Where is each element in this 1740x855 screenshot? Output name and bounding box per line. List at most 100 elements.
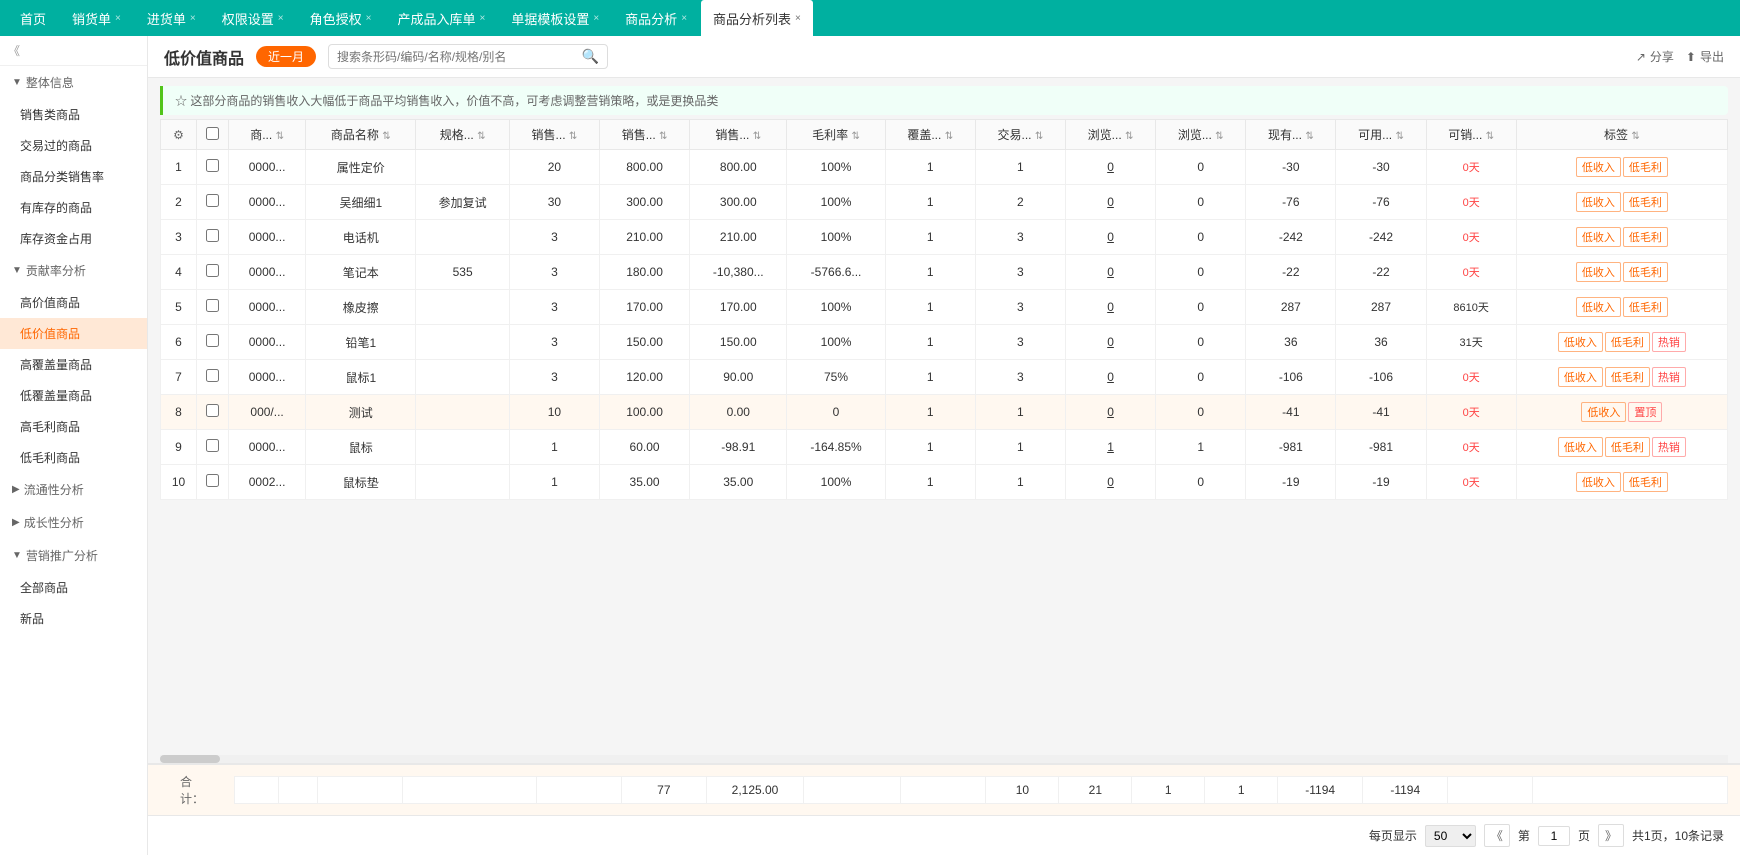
row-checkbox[interactable] — [206, 334, 219, 347]
cell-browse1[interactable]: 0 — [1065, 465, 1155, 500]
nav-permission[interactable]: 权限设置 × — [210, 0, 296, 36]
col-current[interactable]: 现有... ⇅ — [1246, 120, 1336, 150]
browse1-link[interactable]: 0 — [1107, 335, 1114, 349]
row-checkbox[interactable] — [206, 404, 219, 417]
browse1-link[interactable]: 0 — [1107, 405, 1114, 419]
browse1-link[interactable]: 0 — [1107, 160, 1114, 174]
col-checkbox-all[interactable] — [197, 120, 229, 150]
first-page-btn[interactable]: 《 — [1484, 824, 1510, 847]
close-icon[interactable]: × — [479, 13, 485, 24]
horizontal-scrollbar[interactable] — [160, 755, 1728, 763]
sidebar-item-sales-goods[interactable]: 销售类商品 — [0, 99, 147, 130]
nav-product-stock[interactable]: 产成品入库单 × — [385, 0, 497, 36]
close-icon[interactable]: × — [366, 13, 372, 24]
browse1-link[interactable]: 0 — [1107, 300, 1114, 314]
sidebar-item-traded-goods[interactable]: 交易过的商品 — [0, 130, 147, 161]
col-browse1[interactable]: 浏览... ⇅ — [1065, 120, 1155, 150]
browse1-link[interactable]: 0 — [1107, 195, 1114, 209]
cell-browse1[interactable]: 0 — [1065, 150, 1155, 185]
cell-checkbox[interactable] — [197, 360, 229, 395]
sort-icon[interactable]: ⇅ — [1035, 131, 1043, 142]
cell-checkbox[interactable] — [197, 185, 229, 220]
cell-browse1[interactable]: 0 — [1065, 290, 1155, 325]
sidebar-group-marketing[interactable]: ▼ 营销推广分析 — [0, 539, 147, 572]
sort-icon[interactable]: ⇅ — [945, 131, 953, 142]
cell-checkbox[interactable] — [197, 325, 229, 360]
collapse-sidebar-btn[interactable]: 《 — [8, 42, 20, 59]
close-icon[interactable]: × — [115, 13, 121, 24]
sidebar-item-category-sales-rate[interactable]: 商品分类销售率 — [0, 161, 147, 192]
close-icon[interactable]: × — [278, 13, 284, 24]
row-checkbox[interactable] — [206, 194, 219, 207]
row-checkbox[interactable] — [206, 299, 219, 312]
search-input[interactable] — [337, 50, 578, 64]
sort-icon[interactable]: ⇅ — [1305, 131, 1313, 142]
sidebar-item-low-coverage[interactable]: 低覆盖量商品 — [0, 380, 147, 411]
col-coverage[interactable]: 覆盖... ⇅ — [885, 120, 975, 150]
per-page-select[interactable]: 50 100 200 — [1425, 825, 1476, 847]
sort-icon[interactable]: ⇅ — [477, 131, 485, 142]
sidebar-item-low-value[interactable]: 低价值商品 — [0, 318, 147, 349]
row-checkbox[interactable] — [206, 159, 219, 172]
cell-browse1[interactable]: 0 — [1065, 395, 1155, 430]
sort-icon[interactable]: ⇅ — [1631, 131, 1639, 142]
sort-icon[interactable]: ⇅ — [1395, 131, 1403, 142]
sidebar-group-contribution[interactable]: ▼ 贡献率分析 — [0, 254, 147, 287]
sort-icon[interactable]: ⇅ — [1215, 131, 1223, 142]
row-checkbox[interactable] — [206, 474, 219, 487]
cell-browse1[interactable]: 0 — [1065, 220, 1155, 255]
row-checkbox[interactable] — [206, 264, 219, 277]
cell-checkbox[interactable] — [197, 430, 229, 465]
sidebar-group-overall[interactable]: ▼ 整体信息 — [0, 66, 147, 99]
col-trade[interactable]: 交易... ⇅ — [975, 120, 1065, 150]
export-btn[interactable]: ⬆ 导出 — [1686, 48, 1724, 65]
nav-home[interactable]: 首页 — [8, 0, 58, 36]
sort-icon[interactable]: ⇅ — [852, 131, 860, 142]
nav-template-setting[interactable]: 单据模板设置 × — [499, 0, 611, 36]
share-btn[interactable]: ↗ 分享 — [1636, 48, 1674, 65]
cell-browse1[interactable]: 0 — [1065, 360, 1155, 395]
col-sale-amt[interactable]: 销售... ⇅ — [599, 120, 689, 150]
cell-browse1[interactable]: 0 — [1065, 255, 1155, 290]
cell-browse1[interactable]: 0 — [1065, 185, 1155, 220]
row-checkbox[interactable] — [206, 439, 219, 452]
col-saleable[interactable]: 可销... ⇅ — [1426, 120, 1516, 150]
col-sale-qty[interactable]: 销售... ⇅ — [509, 120, 599, 150]
gear-icon[interactable]: ⚙ — [173, 128, 184, 142]
browse1-link[interactable]: 0 — [1107, 475, 1114, 489]
sidebar-item-high-coverage[interactable]: 高覆盖量商品 — [0, 349, 147, 380]
sort-icon[interactable]: ⇅ — [569, 131, 577, 142]
sidebar-item-high-value[interactable]: 高价值商品 — [0, 287, 147, 318]
cell-checkbox[interactable] — [197, 395, 229, 430]
close-icon[interactable]: × — [593, 13, 599, 24]
sort-icon[interactable]: ⇅ — [1486, 131, 1494, 142]
cell-checkbox[interactable] — [197, 220, 229, 255]
nav-sale-order[interactable]: 销货单 × — [60, 0, 133, 36]
row-checkbox[interactable] — [206, 229, 219, 242]
scrollbar-thumb[interactable] — [160, 755, 220, 763]
row-checkbox[interactable] — [206, 369, 219, 382]
sidebar-item-all-goods[interactable]: 全部商品 — [0, 572, 147, 603]
select-all-checkbox[interactable] — [206, 127, 219, 140]
col-spec[interactable]: 规格... ⇅ — [416, 120, 509, 150]
cell-browse1[interactable]: 1 — [1065, 430, 1155, 465]
close-icon[interactable]: × — [190, 13, 196, 24]
sidebar-group-liquidity[interactable]: ▶ 流通性分析 — [0, 473, 147, 506]
nav-role-auth[interactable]: 角色授权 × — [298, 0, 384, 36]
browse1-link[interactable]: 0 — [1107, 265, 1114, 279]
nav-goods-analysis[interactable]: 商品分析 × — [613, 0, 699, 36]
cell-checkbox[interactable] — [197, 255, 229, 290]
sort-icon[interactable]: ⇅ — [659, 131, 667, 142]
sidebar-item-stock-capital[interactable]: 库存资金占用 — [0, 223, 147, 254]
sidebar-item-stocked-goods[interactable]: 有库存的商品 — [0, 192, 147, 223]
sort-icon[interactable]: ⇅ — [1125, 131, 1133, 142]
sort-icon[interactable]: ⇅ — [753, 131, 761, 142]
sidebar-item-low-margin[interactable]: 低毛利商品 — [0, 442, 147, 473]
browse1-link[interactable]: 0 — [1107, 370, 1114, 384]
last-page-btn[interactable]: 》 — [1598, 824, 1624, 847]
col-gear[interactable]: ⚙ — [161, 120, 197, 150]
page-number-input[interactable] — [1538, 826, 1570, 846]
search-icon[interactable]: 🔍 — [582, 48, 599, 65]
col-tag[interactable]: 标签 ⇅ — [1516, 120, 1727, 150]
col-sale-amt2[interactable]: 销售... ⇅ — [690, 120, 787, 150]
